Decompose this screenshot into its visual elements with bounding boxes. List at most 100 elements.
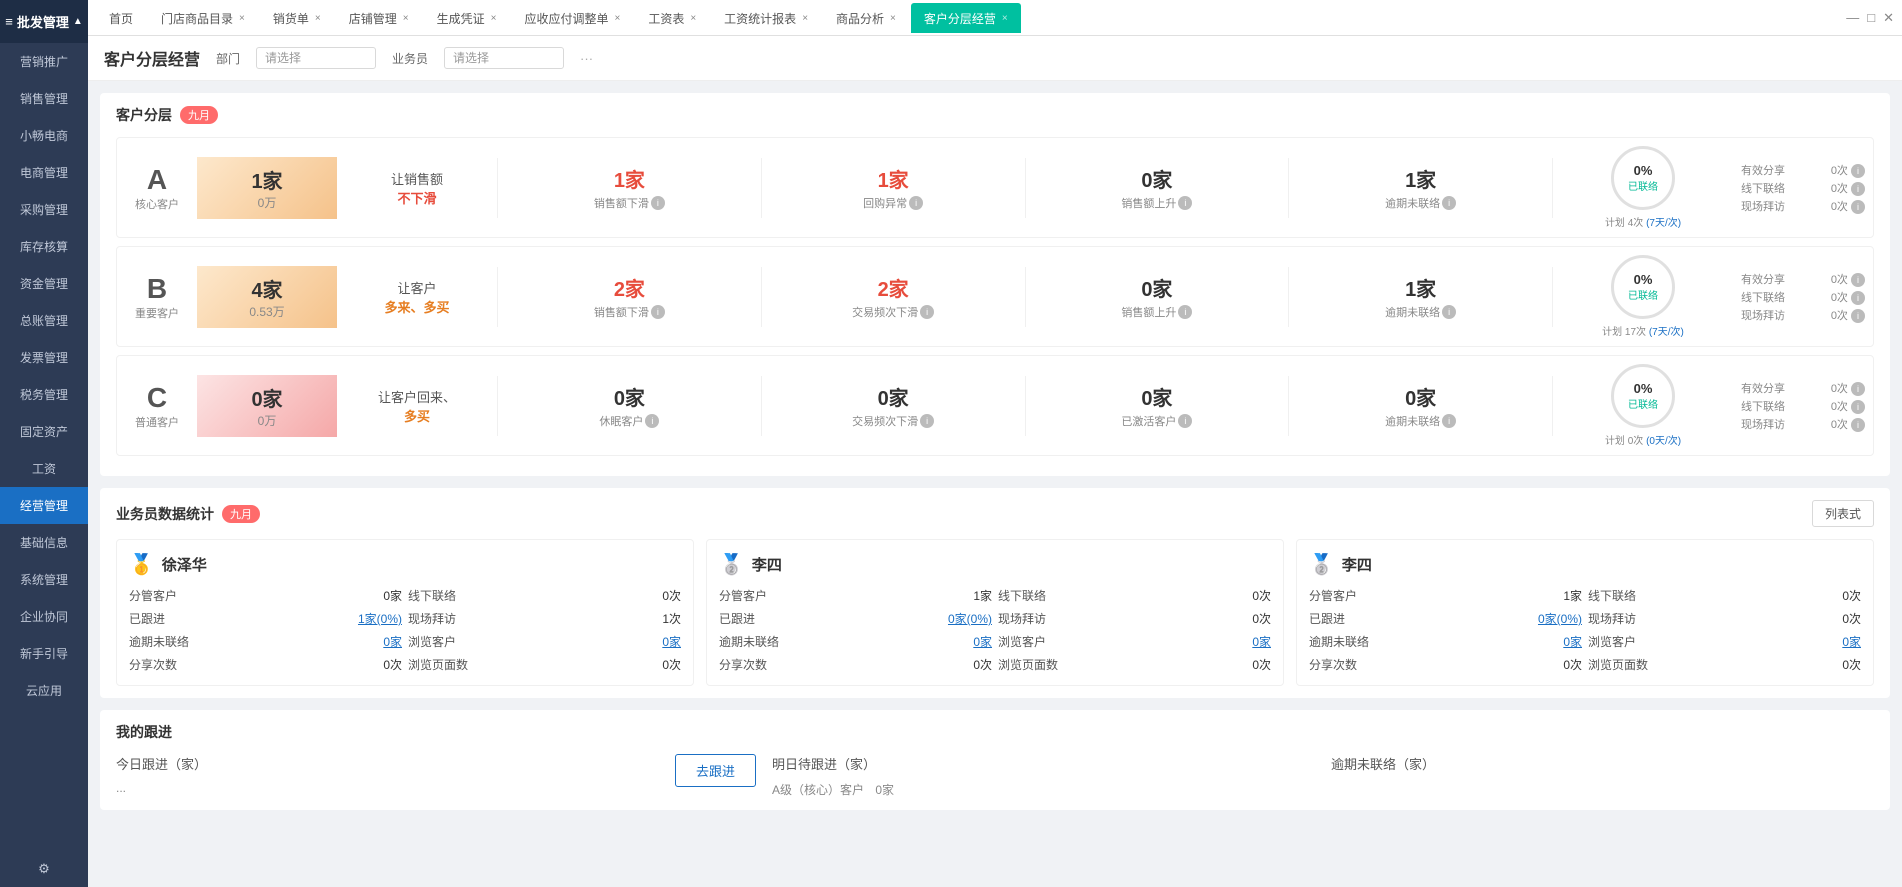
- tab-close-生成凭证[interactable]: ×: [491, 13, 497, 24]
- info-icon[interactable]: i: [909, 196, 923, 210]
- info-icon-rs[interactable]: i: [1851, 182, 1865, 196]
- tab-生成凭证[interactable]: 生成凭证×: [424, 3, 510, 33]
- sidebar-item-电商管理[interactable]: 电商管理: [0, 154, 88, 191]
- contact-plan: 计划 17次 (7天/次): [1602, 323, 1684, 338]
- info-icon[interactable]: i: [651, 305, 665, 319]
- tier-stat-label: 逾期未联络 i: [1385, 195, 1456, 211]
- staff-stat-val[interactable]: 0家: [1842, 633, 1861, 650]
- sidebar-item-系统管理[interactable]: 系统管理: [0, 561, 88, 598]
- staff-filter-select[interactable]: 请选择: [444, 47, 564, 69]
- overdue-follow-col: 逾期未联络（家）: [1331, 754, 1874, 779]
- staff-stat-val[interactable]: 1家(0%): [358, 610, 402, 627]
- staff-card-2: 🥈 李四 分管客户 1家 线下联络 0次 已跟进 0家(0%) 现场拜访 0次: [1296, 539, 1874, 686]
- tier-stat-num: 1家: [614, 164, 645, 193]
- staff-stat-线下联络: 线下联络 0次: [998, 587, 1271, 604]
- staff-stat-val[interactable]: 0家: [973, 633, 992, 650]
- right-stat-现场拜访: 现场拜访 0次 i: [1741, 416, 1865, 432]
- staff-stat-val[interactable]: 0家(0%): [1538, 610, 1582, 627]
- sidebar-expand-icon[interactable]: ▲: [73, 16, 83, 27]
- right-stat-有效分享: 有效分享 0次 i: [1741, 380, 1865, 396]
- tab-action-box[interactable]: □: [1867, 10, 1875, 25]
- staff-stat-val[interactable]: 0家(0%): [948, 610, 992, 627]
- tab-action-close[interactable]: ✕: [1883, 10, 1894, 26]
- goto-btn-col: 去跟进: [675, 754, 756, 787]
- info-icon-rs[interactable]: i: [1851, 418, 1865, 432]
- sidebar-item-新手引导[interactable]: 新手引导: [0, 635, 88, 672]
- sidebar-item-税务管理[interactable]: 税务管理: [0, 376, 88, 413]
- tier-row-C: C 普通客户 0家 0万 让客户回来、多买 0家 休眠客户 i 0家 交易频次下…: [116, 355, 1874, 456]
- info-icon-rs[interactable]: i: [1851, 309, 1865, 323]
- sidebar-item-经营管理[interactable]: 经营管理: [0, 487, 88, 524]
- sidebar-item-资金管理[interactable]: 资金管理: [0, 265, 88, 302]
- dept-filter-select[interactable]: 请选择: [256, 47, 376, 69]
- sidebar-item-小畅电商[interactable]: 小畅电商: [0, 117, 88, 154]
- tier-stat-B-交易频次下滑: 2家 交易频次下滑 i: [762, 265, 1025, 328]
- tab-工资统计报表[interactable]: 工资统计报表×: [711, 3, 821, 33]
- tab-close-商品分析[interactable]: ×: [890, 13, 896, 24]
- sidebar-item-销售管理[interactable]: 销售管理: [0, 80, 88, 117]
- info-icon[interactable]: i: [1442, 196, 1456, 210]
- sidebar-item-发票管理[interactable]: 发票管理: [0, 339, 88, 376]
- tab-close-工资表[interactable]: ×: [690, 13, 696, 24]
- tab-close-门店商品目录[interactable]: ×: [239, 13, 245, 24]
- tab-close-客户分层经营[interactable]: ×: [1002, 13, 1008, 24]
- tier-stat-C-交易频次下滑: 0家 交易频次下滑 i: [762, 374, 1025, 437]
- info-icon[interactable]: i: [1442, 414, 1456, 428]
- info-icon-rs[interactable]: i: [1851, 273, 1865, 287]
- sidebar-item-企业协同[interactable]: 企业协同: [0, 598, 88, 635]
- staff-medal-2: 🥈: [1309, 552, 1334, 577]
- overdue-follow-label: 逾期未联络（家）: [1331, 754, 1874, 773]
- tab-close-工资统计报表[interactable]: ×: [802, 13, 808, 24]
- tier-row-A: A 核心客户 1家 0万 让销售额不下滑 1家 销售额下滑 i 1家 回购异常 …: [116, 137, 1874, 238]
- tab-店铺管理[interactable]: 店铺管理×: [336, 3, 422, 33]
- customer-section: 客户分层 九月 A 核心客户 1家 0万 让销售额不下滑 1家 销售额下滑 i …: [100, 93, 1890, 476]
- sidebar-item-工资[interactable]: 工资: [0, 450, 88, 487]
- tier-stat-label: 已激活客户 i: [1121, 413, 1192, 429]
- tab-action-minus[interactable]: —: [1846, 10, 1859, 25]
- tier-stat-label: 销售额上升 i: [1121, 195, 1192, 211]
- sidebar-item-采购管理[interactable]: 采购管理: [0, 191, 88, 228]
- info-icon-rs[interactable]: i: [1851, 200, 1865, 214]
- sidebar-gear-item[interactable]: ⚙: [0, 851, 88, 887]
- staff-stat-val[interactable]: 0家: [383, 633, 402, 650]
- tab-close-店铺管理[interactable]: ×: [403, 13, 409, 24]
- tab-close-应收应付调整单[interactable]: ×: [614, 13, 620, 24]
- staff-stat-val[interactable]: 0家: [662, 633, 681, 650]
- tab-工资表[interactable]: 工资表×: [635, 3, 709, 33]
- sidebar-item-总账管理[interactable]: 总账管理: [0, 302, 88, 339]
- info-icon[interactable]: i: [1178, 196, 1192, 210]
- sidebar-title: 批发管理: [17, 12, 69, 31]
- sidebar-item-固定资产[interactable]: 固定资产: [0, 413, 88, 450]
- sidebar-item-营销推广[interactable]: 营销推广: [0, 43, 88, 80]
- info-icon-rs[interactable]: i: [1851, 291, 1865, 305]
- tab-首页[interactable]: 首页: [96, 3, 146, 33]
- info-icon[interactable]: i: [920, 414, 934, 428]
- tab-客户分层经营[interactable]: 客户分层经营×: [911, 3, 1021, 33]
- staff-stat-val[interactable]: 0家: [1252, 633, 1271, 650]
- tab-close-销货单[interactable]: ×: [315, 13, 321, 24]
- sidebar-item-库存核算[interactable]: 库存核算: [0, 228, 88, 265]
- tab-门店商品目录[interactable]: 门店商品目录×: [148, 3, 258, 33]
- sidebar-item-云应用[interactable]: 云应用: [0, 672, 88, 709]
- info-icon[interactable]: i: [1442, 305, 1456, 319]
- info-icon-rs[interactable]: i: [1851, 164, 1865, 178]
- goto-follow-button[interactable]: 去跟进: [675, 754, 756, 787]
- staff-stat-现场拜访: 现场拜访 0次: [998, 610, 1271, 627]
- info-icon[interactable]: i: [1178, 414, 1192, 428]
- tab-应收应付调整单[interactable]: 应收应付调整单×: [511, 3, 633, 33]
- sidebar-item-基础信息[interactable]: 基础信息: [0, 524, 88, 561]
- info-icon-rs[interactable]: i: [1851, 382, 1865, 396]
- info-icon-rs[interactable]: i: [1851, 400, 1865, 414]
- tier-stat-C-逾期未联络: 0家 逾期未联络 i: [1289, 374, 1552, 437]
- info-icon[interactable]: i: [920, 305, 934, 319]
- filter-more-dots[interactable]: ···: [580, 51, 593, 66]
- tier-stat-B-销售额下滑: 2家 销售额下滑 i: [498, 265, 761, 328]
- info-icon[interactable]: i: [651, 196, 665, 210]
- info-icon[interactable]: i: [645, 414, 659, 428]
- tab-商品分析[interactable]: 商品分析×: [823, 3, 909, 33]
- list-view-button[interactable]: 列表式: [1812, 500, 1874, 527]
- staff-stat-val[interactable]: 0家: [1563, 633, 1582, 650]
- info-icon[interactable]: i: [1178, 305, 1192, 319]
- tab-bar: 首页门店商品目录×销货单×店铺管理×生成凭证×应收应付调整单×工资表×工资统计报…: [88, 0, 1902, 36]
- tab-销货单[interactable]: 销货单×: [260, 3, 334, 33]
